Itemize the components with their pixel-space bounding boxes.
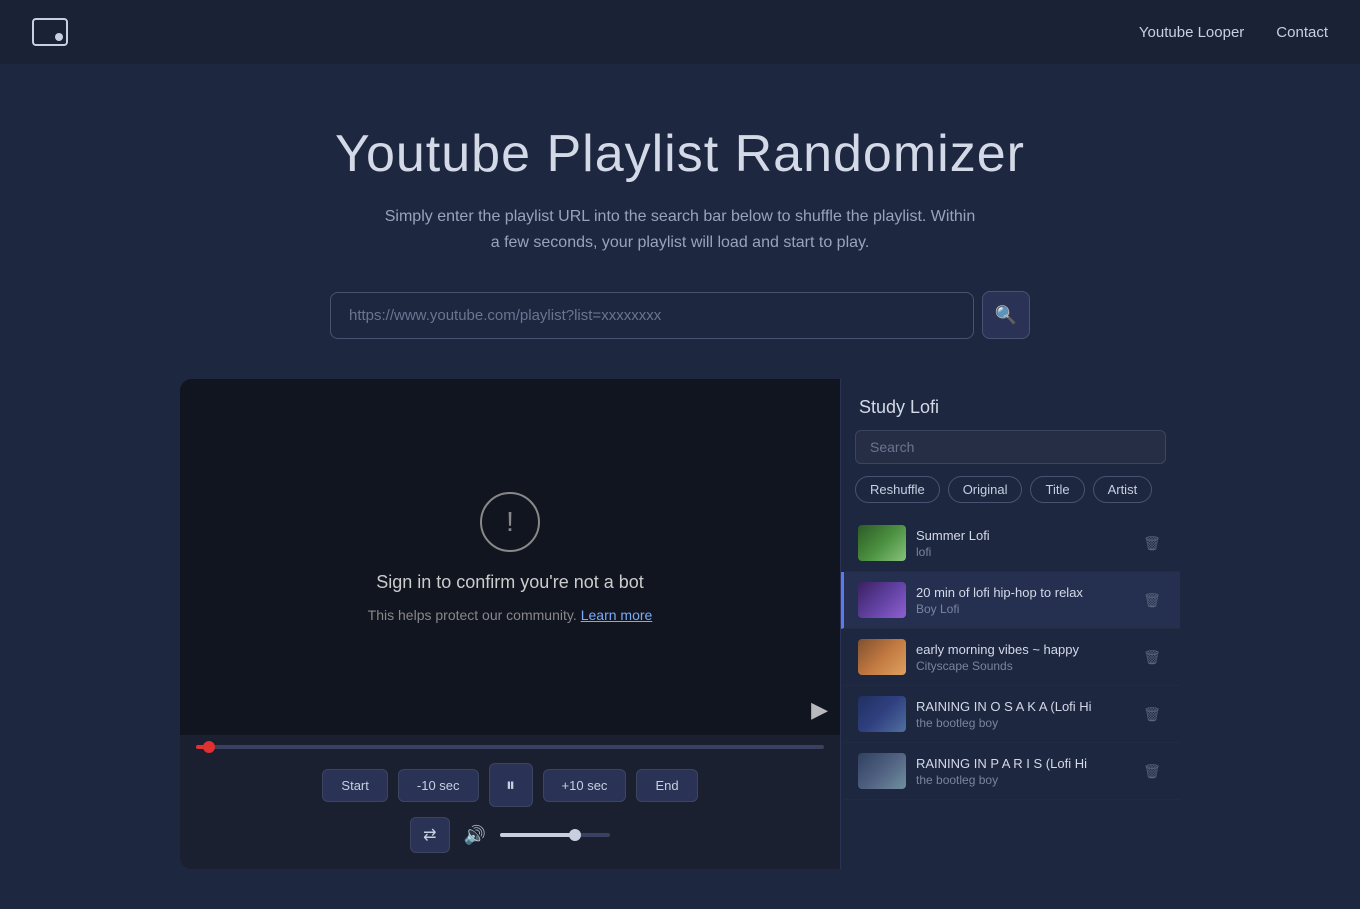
playlist-item-artist: lofi [916,545,1128,559]
filter-original[interactable]: Original [948,476,1023,503]
playlist-item-artist: Boy Lofi [916,602,1128,616]
playlist-title: Study Lofi [841,379,1180,430]
filter-artist[interactable]: Artist [1093,476,1153,503]
playlist-info-20min-lofi: 20 min of lofi hip-hop to relax Boy Lofi [916,585,1128,616]
playlist-item[interactable]: early morning vibes ~ happy Cityscape So… [841,629,1180,686]
playlist-item-title: RAINING IN O S A K A (Lofi Hi [916,699,1128,714]
search-bar: 🔍 [330,291,1030,339]
nav-youtube-looper[interactable]: Youtube Looper [1139,24,1244,41]
playlist-item[interactable]: Summer Lofi lofi 🗑 [841,515,1180,572]
playlist-info-raining-paris: RAINING IN P A R I S (Lofi Hi the bootle… [916,756,1128,787]
plus10-button[interactable]: +10 sec [543,769,627,802]
navbar: Youtube Looper Contact [0,0,1360,64]
filter-buttons: Reshuffle Original Title Artist [841,476,1180,515]
minus10-button[interactable]: -10 sec [398,769,479,802]
nav-links: Youtube Looper Contact [1139,24,1328,41]
hero-section: Youtube Playlist Randomizer Simply enter… [0,64,1360,379]
video-frame: ! Sign in to confirm you're not a bot Th… [180,379,840,735]
progress-fill [196,745,209,749]
search-icon: 🔍 [995,305,1017,326]
error-icon: ! [480,492,540,552]
playlist-info-raining-osaka: RAINING IN O S A K A (Lofi Hi the bootle… [916,699,1128,730]
filter-title[interactable]: Title [1030,476,1084,503]
delete-button-summer-lofi[interactable]: 🗑 [1138,529,1166,557]
pause-icon: ⏸ [506,775,515,796]
video-controls: Start -10 sec ⏸ +10 sec End ⇄ 🔊 [180,735,840,869]
playlist-item-title: 20 min of lofi hip-hop to relax [916,585,1128,600]
volume-slider[interactable] [500,833,610,837]
playlist-items: Summer Lofi lofi 🗑 20 min of lofi hip-ho… [841,515,1180,869]
playlist-info-summer-lofi: Summer Lofi lofi [916,528,1128,559]
extra-controls: ⇄ 🔊 [196,817,824,853]
delete-button-early-morning[interactable]: 🗑 [1138,643,1166,671]
delete-button-raining-paris[interactable]: 🗑 [1138,757,1166,785]
video-error-title: Sign in to confirm you're not a bot [376,572,644,593]
playlist-thumb-raining-osaka [858,696,906,732]
url-search-input[interactable] [330,292,974,339]
playlist-item[interactable]: 20 min of lofi hip-hop to relax Boy Lofi… [841,572,1180,629]
nav-contact[interactable]: Contact [1276,24,1328,41]
url-search-button[interactable]: 🔍 [982,291,1030,339]
loop-button[interactable]: ⇄ [410,817,450,853]
playlist-info-early-morning: early morning vibes ~ happy Cityscape So… [916,642,1128,673]
control-buttons: Start -10 sec ⏸ +10 sec End [196,763,824,807]
loop-icon: ⇄ [423,825,436,845]
playlist-item[interactable]: RAINING IN P A R I S (Lofi Hi the bootle… [841,743,1180,800]
playlist-item-artist: the bootleg boy [916,716,1128,730]
player-container: ! Sign in to confirm you're not a bot Th… [180,379,1180,869]
video-error-sub: This helps protect our community. [368,607,577,623]
learn-more-link[interactable]: Learn more [581,607,653,623]
hero-subtitle: Simply enter the playlist URL into the s… [380,204,980,255]
playlist-thumb-20min-lofi [858,582,906,618]
youtube-logo-icon: ▶ [811,697,828,723]
hero-title: Youtube Playlist Randomizer [20,124,1340,184]
exclamation-icon: ! [506,506,514,538]
playlist-thumb-summer-lofi [858,525,906,561]
player-wrapper: ! Sign in to confirm you're not a bot Th… [0,379,1360,909]
progress-thumb [203,741,215,753]
logo-icon[interactable] [32,18,68,46]
video-section: ! Sign in to confirm you're not a bot Th… [180,379,840,869]
playlist-thumb-early-morning [858,639,906,675]
playlist-search-input[interactable] [855,430,1166,464]
delete-button-raining-osaka[interactable]: 🗑 [1138,700,1166,728]
progress-bar[interactable] [196,745,824,749]
volume-icon[interactable]: 🔊 [464,825,486,846]
playlist-item-title: Summer Lofi [916,528,1128,543]
filter-reshuffle[interactable]: Reshuffle [855,476,940,503]
playlist-item-title: RAINING IN P A R I S (Lofi Hi [916,756,1128,771]
playlist-item-artist: Cityscape Sounds [916,659,1128,673]
logo-dot [55,33,63,41]
start-button[interactable]: Start [322,769,387,802]
playlist-item-title: early morning vibes ~ happy [916,642,1128,657]
playlist-panel: Study Lofi Reshuffle Original Title Arti… [840,379,1180,869]
end-button[interactable]: End [636,769,697,802]
delete-button-20min-lofi[interactable]: 🗑 [1138,586,1166,614]
playlist-item[interactable]: RAINING IN O S A K A (Lofi Hi the bootle… [841,686,1180,743]
playlist-thumb-raining-paris [858,753,906,789]
pause-button[interactable]: ⏸ [489,763,533,807]
playlist-item-artist: the bootleg boy [916,773,1128,787]
